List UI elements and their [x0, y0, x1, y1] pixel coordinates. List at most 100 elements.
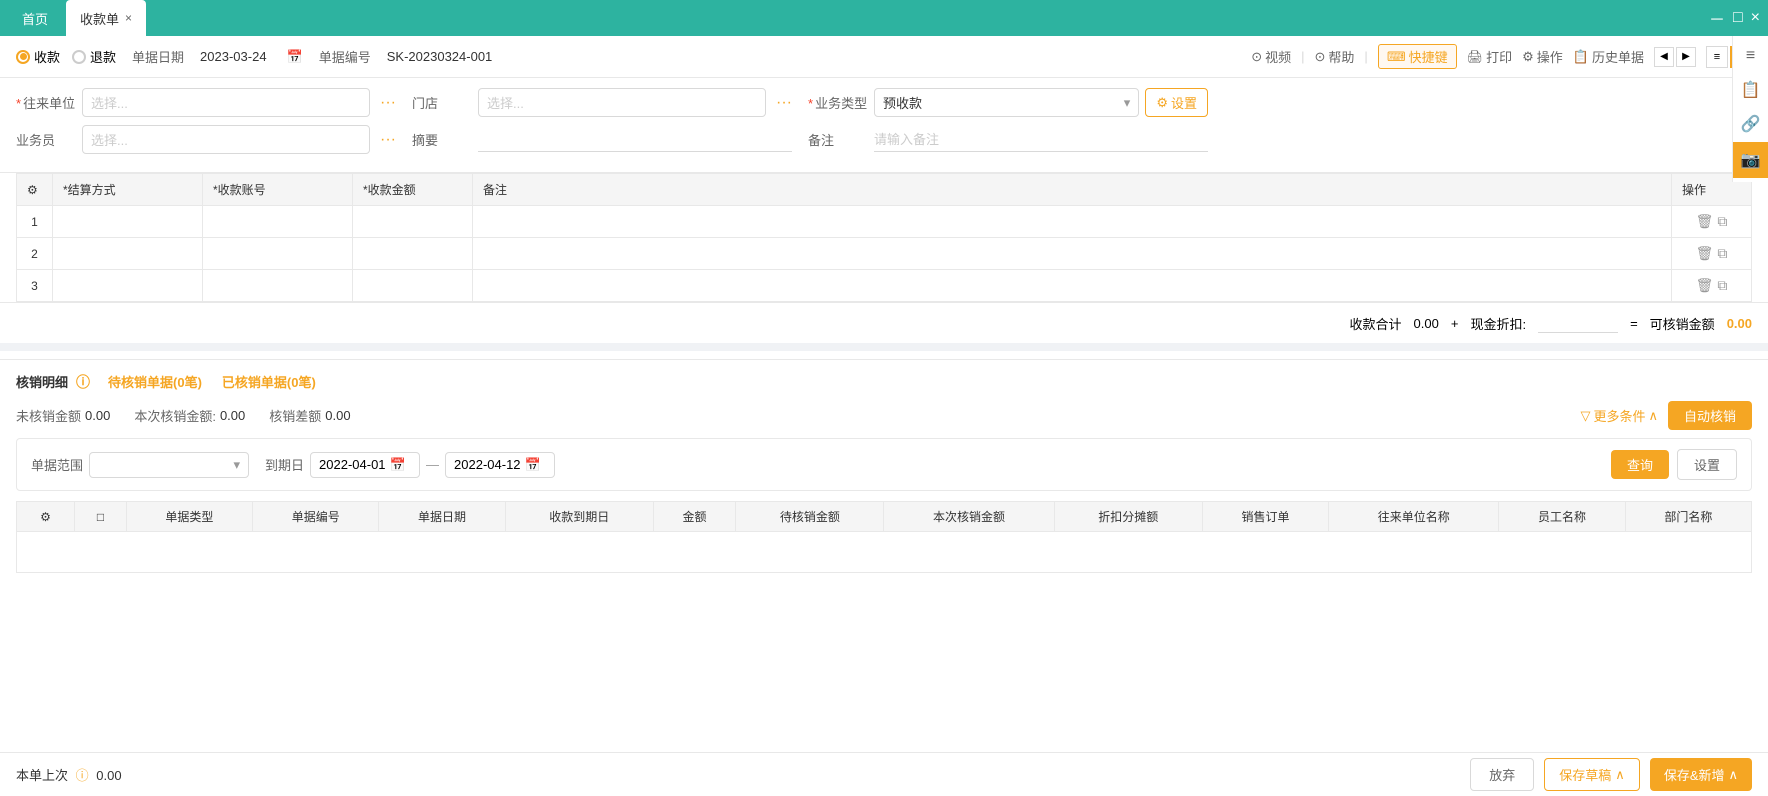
store-field: 门店 选择... ···	[412, 88, 792, 117]
close-icon[interactable]: ×	[1751, 9, 1760, 27]
form-row-2: 业务员 选择... ··· 摘要 备注	[16, 125, 1752, 154]
amount-cell[interactable]	[353, 270, 473, 302]
staff-more-icon[interactable]: ···	[380, 131, 396, 149]
account-cell[interactable]	[203, 238, 353, 270]
filter-icon: ▽	[1580, 408, 1590, 424]
operation-icon: ⚙	[1522, 49, 1534, 65]
delete-icon[interactable]: 🗑	[1696, 277, 1714, 294]
next-arrow[interactable]: ▶	[1676, 47, 1696, 67]
calendar-icon[interactable]: 📅	[287, 49, 303, 65]
maximize-icon[interactable]: □	[1733, 9, 1743, 27]
settlement-cell[interactable]	[53, 238, 203, 270]
date-to-input[interactable]: 2022-04-12 📅	[445, 452, 555, 478]
store-more-icon[interactable]: ···	[776, 94, 792, 112]
tab-active[interactable]: 收款单 ×	[66, 0, 146, 36]
date-from-input[interactable]: 2022-04-01 📅	[310, 452, 420, 478]
row-num: 2	[17, 238, 53, 270]
history-btn[interactable]: 📋 历史单据	[1573, 47, 1644, 66]
ops-cell: 🗑 ⧉	[1672, 270, 1752, 302]
query-btn[interactable]: 查询	[1611, 450, 1669, 479]
partner-more-icon[interactable]: ···	[380, 94, 396, 112]
staff-field: 业务员 选择... ···	[16, 125, 396, 154]
th-account: *收款账号	[203, 174, 353, 206]
sub-th: 销售订单	[1202, 502, 1328, 532]
sub-th: 收款到期日	[505, 502, 653, 532]
setting-btn[interactable]: ⚙ 设置	[1145, 88, 1208, 117]
shortcut-icon: ⌨	[1387, 49, 1406, 65]
prev-arrow[interactable]: ◀	[1654, 47, 1674, 67]
sub-th: 单据日期	[379, 502, 505, 532]
tab-pending[interactable]: 待核销单据(0笔)	[98, 370, 212, 393]
tab-close-icon[interactable]: ×	[125, 11, 132, 25]
print-btn[interactable]: 🖨 打印	[1467, 47, 1513, 66]
save-draft-btn[interactable]: 保存草稿 ∧	[1544, 758, 1640, 791]
rp-clipboard-icon[interactable]: 📋	[1735, 74, 1767, 106]
shortcut-btn[interactable]: ⌨ 快捷键	[1378, 44, 1457, 69]
list-view-icon[interactable]: ≡	[1706, 46, 1728, 68]
date-sep: —	[426, 457, 439, 472]
date-filter: 到期日 2022-04-01 📅 — 2022-04-12 📅	[265, 452, 555, 478]
radio-refund[interactable]: 退款	[72, 47, 116, 66]
partner-label: 往来单位	[16, 93, 76, 112]
delete-icon[interactable]: 🗑	[1696, 245, 1714, 262]
remark-input[interactable]	[874, 128, 1208, 152]
tab-home[interactable]: 首页	[8, 0, 62, 36]
print-icon: 🖨	[1467, 49, 1484, 65]
copy-icon[interactable]: ⧉	[1717, 245, 1727, 262]
bottom-info: 本单上次 ⓘ 0.00	[16, 765, 122, 784]
remark-cell[interactable]	[473, 206, 1672, 238]
cal-from-icon: 📅	[390, 457, 406, 473]
sub-table: ⚙□单据类型单据编号单据日期收款到期日金额待核销金额本次核销金额折扣分摊额销售订…	[16, 501, 1752, 573]
settlement-cell[interactable]	[53, 270, 203, 302]
section-divider	[0, 343, 1768, 351]
verify-stats: 未核销金额 0.00 本次核销金额: 0.00 核销差额 0.00 ▽ 更多条件…	[16, 401, 1752, 430]
rp-link-icon[interactable]: 🔗	[1735, 108, 1767, 140]
copy-icon[interactable]: ⧉	[1717, 213, 1727, 230]
summary-label: 摘要	[412, 130, 472, 149]
th-gear[interactable]: ⚙	[17, 174, 53, 206]
range-select[interactable]: ▾	[89, 452, 249, 478]
draft-arrow-icon: ∧	[1615, 767, 1625, 783]
verify-setting-btn[interactable]: 设置	[1677, 449, 1737, 480]
settlement-cell[interactable]	[53, 206, 203, 238]
amount-cell[interactable]	[353, 238, 473, 270]
bottom-bar: 本单上次 ⓘ 0.00 放弃 保存草稿 ∧ 保存&新增 ∧	[0, 752, 1768, 796]
video-btn[interactable]: ⊙ 视频	[1251, 47, 1291, 66]
summary-input[interactable]	[478, 128, 792, 152]
stat-diff: 核销差额 0.00	[269, 406, 350, 425]
tab-done[interactable]: 已核销单据(0笔)	[212, 370, 326, 393]
summary-row: 收款合计 0.00 + 现金折扣: = 可核销金额 0.00	[0, 302, 1768, 343]
discount-input[interactable]	[1538, 313, 1618, 333]
bottom-info-icon[interactable]: ⓘ	[76, 768, 89, 783]
sub-th[interactable]: □	[75, 502, 127, 532]
partner-input[interactable]: 选择...	[82, 88, 370, 117]
biz-type-select[interactable]: 预收款 ▾	[874, 88, 1139, 117]
help-btn[interactable]: ⊙ 帮助	[1315, 47, 1355, 66]
remark-cell[interactable]	[473, 238, 1672, 270]
remark-cell[interactable]	[473, 270, 1672, 302]
amount-cell[interactable]	[353, 206, 473, 238]
delete-icon[interactable]: 🗑	[1696, 213, 1714, 230]
account-cell[interactable]	[203, 206, 353, 238]
rp-table-icon[interactable]: ≡	[1735, 40, 1767, 72]
radio-collection[interactable]: 收款	[16, 47, 60, 66]
date-value: 2023-03-24	[200, 49, 267, 64]
abandon-btn[interactable]: 放弃	[1470, 758, 1534, 791]
rp-camera-icon[interactable]: 📷	[1733, 142, 1768, 178]
verify-title: 核销明细 ⓘ 待核销单据(0笔) 已核销单据(0笔)	[16, 370, 1752, 393]
store-input[interactable]: 选择...	[478, 88, 766, 117]
minimize-icon[interactable]: －	[1709, 6, 1725, 30]
more-filter-btn[interactable]: ▽ 更多条件 ∧	[1580, 406, 1658, 425]
account-cell[interactable]	[203, 270, 353, 302]
sub-th: ⚙	[17, 502, 75, 532]
row-num: 1	[17, 206, 53, 238]
filter-row: 单据范围 ▾ 到期日 2022-04-01 📅 — 2022-04-12 📅	[16, 438, 1752, 491]
store-label: 门店	[412, 93, 472, 112]
copy-icon[interactable]: ⧉	[1717, 277, 1727, 294]
info-icon[interactable]: ⓘ	[76, 372, 90, 392]
auto-verify-btn[interactable]: 自动核销	[1668, 401, 1752, 430]
biz-type-label: 业务类型	[808, 93, 868, 112]
staff-input[interactable]: 选择...	[82, 125, 370, 154]
save-new-btn[interactable]: 保存&新增 ∧	[1650, 758, 1752, 791]
operation-btn[interactable]: ⚙ 操作	[1522, 47, 1563, 66]
